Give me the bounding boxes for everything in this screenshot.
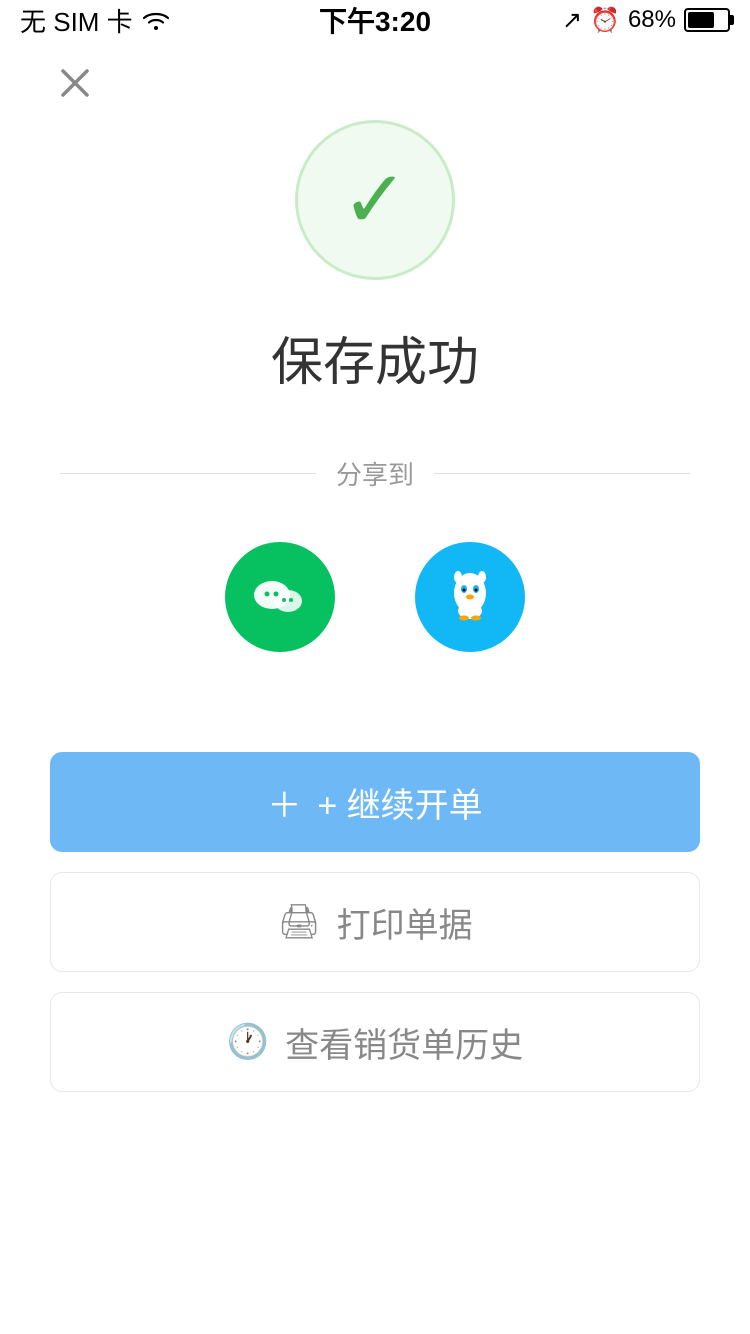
history-icon: 🕐 <box>227 1022 269 1062</box>
success-icon-circle: ✓ <box>295 120 455 280</box>
continue-label: + 继续开单 <box>317 778 482 827</box>
no-sim-text: 无 SIM 卡 <box>20 2 133 39</box>
qq-share-button[interactable] <box>415 542 525 652</box>
status-time: 下午3:20 <box>319 0 431 40</box>
divider-line-left <box>60 473 316 474</box>
print-label: 打印单据 <box>337 898 473 947</box>
battery-icon <box>684 8 730 32</box>
checkmark-icon: ✓ <box>341 160 408 240</box>
divider-line-right <box>434 473 690 474</box>
history-label: 查看销货单历史 <box>285 1018 523 1067</box>
wifi-icon <box>141 9 171 31</box>
alarm-icon: ⏰ <box>590 6 620 35</box>
location-icon: ↗ <box>562 6 582 35</box>
action-buttons: ＋ + 继续开单 🖨 打印单据 🕐 查看销货单历史 <box>0 752 750 1092</box>
status-left: 无 SIM 卡 <box>20 2 171 39</box>
print-icon: 🖨 <box>277 902 320 942</box>
print-button[interactable]: 🖨 打印单据 <box>50 872 700 972</box>
share-icons-row <box>60 542 690 652</box>
share-section: 分享到 <box>0 455 750 712</box>
status-right: ↗ ⏰ 68% <box>562 6 730 35</box>
main-content: ✓ 保存成功 分享到 <box>0 40 750 1092</box>
share-label: 分享到 <box>336 455 414 492</box>
success-title: 保存成功 <box>271 320 479 395</box>
wechat-share-button[interactable] <box>225 542 335 652</box>
share-divider: 分享到 <box>60 455 690 492</box>
continue-icon: ＋ <box>267 778 301 827</box>
battery-percent: 68% <box>628 6 676 34</box>
continue-button[interactable]: ＋ + 继续开单 <box>50 752 700 852</box>
close-button[interactable] <box>50 58 100 108</box>
history-button[interactable]: 🕐 查看销货单历史 <box>50 992 700 1092</box>
status-bar: 无 SIM 卡 下午3:20 ↗ ⏰ 68% <box>0 0 750 40</box>
